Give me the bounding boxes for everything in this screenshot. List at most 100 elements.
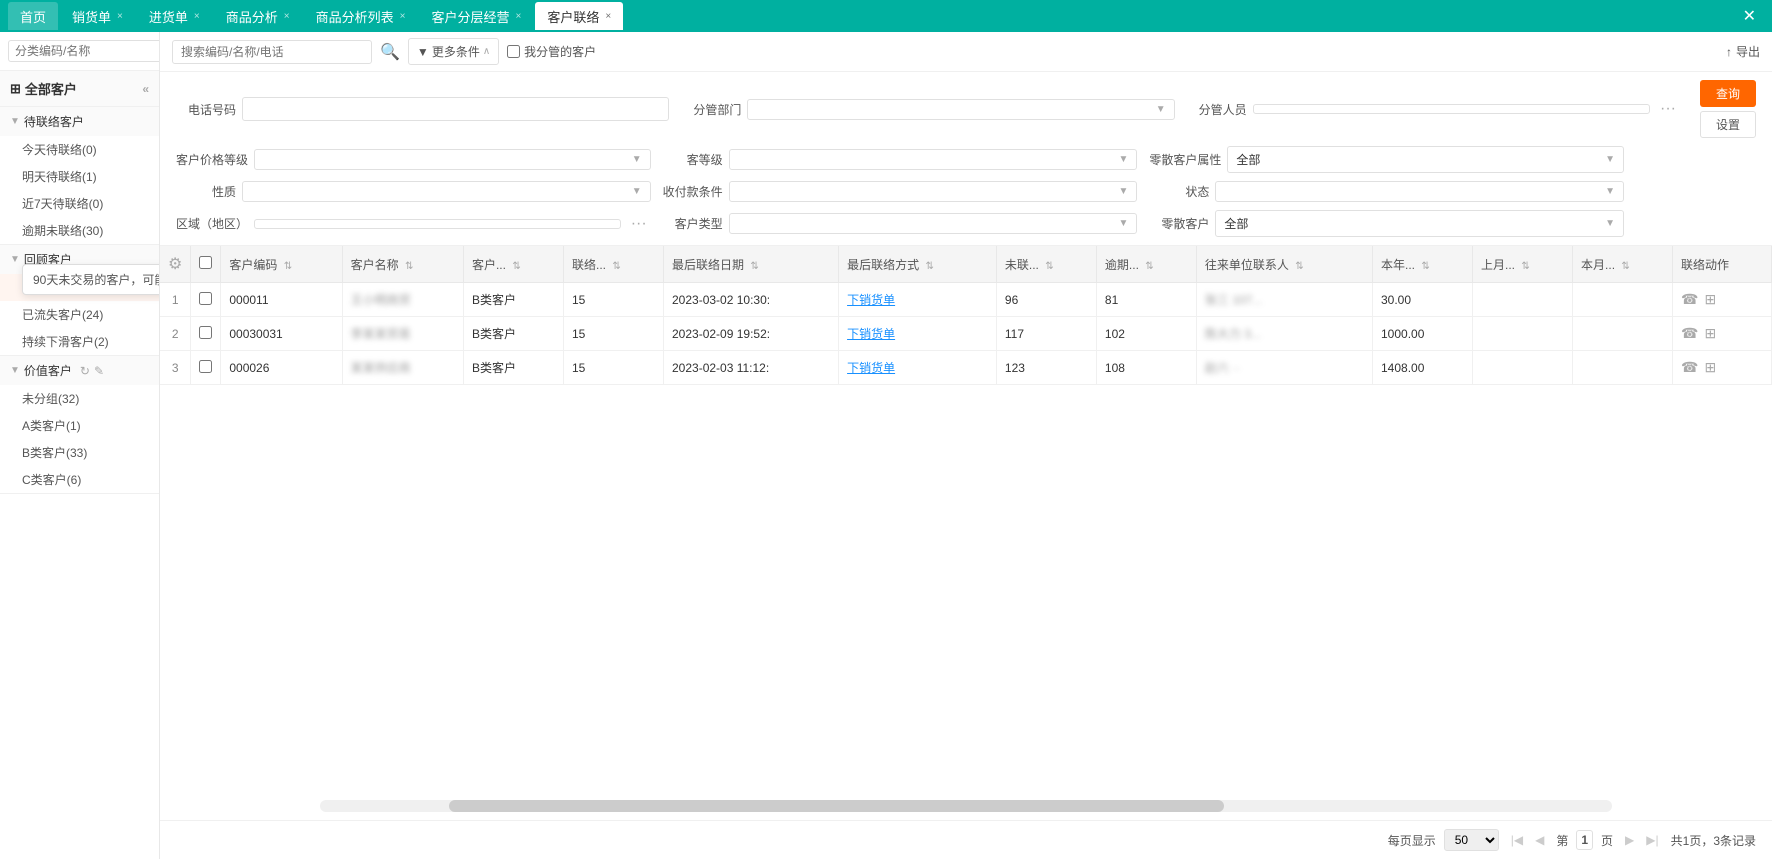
- more-action-icon-3[interactable]: ⊞: [1705, 359, 1717, 376]
- tab-purchase[interactable]: 进货单 ×: [137, 2, 212, 30]
- all-customers-label: 全部客户: [25, 79, 77, 98]
- close-analysis-icon[interactable]: ×: [284, 11, 290, 22]
- col-last-month-sort-icon[interactable]: ⇅: [1521, 261, 1529, 272]
- sidebar-item-tomorrow[interactable]: 明天待联络(1): [0, 163, 159, 190]
- col-not-contacted-sort-icon[interactable]: ⇅: [1045, 261, 1053, 272]
- col-code-sort-icon[interactable]: ⇅: [284, 261, 292, 272]
- prev-page-button[interactable]: ◀: [1531, 831, 1548, 849]
- close-purchase-icon[interactable]: ×: [194, 11, 200, 22]
- row-checkbox-1[interactable]: [191, 283, 221, 317]
- row-3-checkbox[interactable]: [199, 360, 212, 373]
- row-last-method-3[interactable]: 下销货单: [839, 351, 997, 385]
- sidebar-item-lost[interactable]: 已流失客户(24): [0, 301, 159, 328]
- row-1-checkbox[interactable]: [199, 292, 212, 305]
- tab-analysis-list[interactable]: 商品分析列表 ×: [304, 2, 418, 30]
- first-page-button[interactable]: |◀: [1507, 831, 1527, 849]
- more-action-icon-1[interactable]: ⊞: [1705, 291, 1717, 308]
- gender-select[interactable]: ▼: [242, 181, 651, 202]
- customer-type-select[interactable]: ▼: [729, 213, 1138, 234]
- tab-home[interactable]: 首页: [8, 2, 58, 30]
- col-last-date: 最后联络日期 ⇅: [664, 246, 839, 283]
- sidebar-all-customers[interactable]: ⊞ 全部客户 «: [0, 71, 159, 107]
- search-input[interactable]: [172, 40, 372, 64]
- customer-level-select[interactable]: ▼: [729, 149, 1138, 170]
- per-page-select[interactable]: 50 20 100: [1444, 829, 1499, 851]
- sidebar-item-overdue[interactable]: 逾期未联络(30): [0, 217, 159, 244]
- refresh-icon[interactable]: ↻: [80, 364, 90, 378]
- col-name-sort-icon[interactable]: ⇅: [405, 261, 413, 272]
- sidebar-item-7days[interactable]: 近7天待联络(0): [0, 190, 159, 217]
- search-button[interactable]: 🔍: [380, 42, 400, 62]
- row-last-month-2: [1473, 317, 1573, 351]
- tab-customer-layer[interactable]: 客户分层经营 ×: [419, 2, 533, 30]
- col-type-sort-icon[interactable]: ⇅: [512, 261, 520, 272]
- sidebar-item-ungrouped[interactable]: 未分组(32): [0, 385, 159, 412]
- contact-action-icon-2[interactable]: ☎: [1681, 325, 1698, 342]
- horizontal-scrollbar[interactable]: [320, 800, 1612, 812]
- tab-sales[interactable]: 销货单 ×: [60, 2, 135, 30]
- close-customer-contact-icon[interactable]: ×: [605, 11, 611, 22]
- select-all-checkbox[interactable]: [199, 256, 212, 269]
- close-customer-layer-icon[interactable]: ×: [515, 11, 521, 22]
- col-settings[interactable]: ⚙: [160, 246, 191, 283]
- phone-input[interactable]: [242, 97, 669, 121]
- advanced-filter-panel: 电话号码 分管部门 ▼ 分管人员 ··· 查询: [160, 72, 1772, 246]
- col-code: 客户编码 ⇅: [221, 246, 342, 283]
- export-button[interactable]: ↑ 导出: [1726, 43, 1760, 60]
- sidebar-item-a-class[interactable]: A类客户(1): [0, 412, 159, 439]
- zero-attr-select[interactable]: 全部 ▼: [1227, 146, 1624, 173]
- arrow-down-icon: ▼: [10, 116, 20, 127]
- next-page-button[interactable]: ▶: [1621, 831, 1638, 849]
- settings-button[interactable]: 设置: [1700, 111, 1756, 138]
- area-more-icon[interactable]: ···: [627, 215, 651, 233]
- row-last-method-1[interactable]: 下销货单: [839, 283, 997, 317]
- query-button[interactable]: 查询: [1700, 80, 1756, 107]
- col-this-month-sort-icon[interactable]: ⇅: [1621, 261, 1629, 272]
- settings-icon[interactable]: ⚙: [168, 256, 182, 273]
- more-action-icon-2[interactable]: ⊞: [1705, 325, 1717, 342]
- sidebar-search-input[interactable]: [8, 40, 160, 62]
- close-analysis-list-icon[interactable]: ×: [400, 11, 406, 22]
- sidebar-collapse-icon[interactable]: «: [142, 82, 149, 96]
- last-page-button[interactable]: ▶|: [1642, 831, 1662, 849]
- tab-analysis[interactable]: 商品分析 ×: [214, 2, 302, 30]
- person-more-icon[interactable]: ···: [1656, 100, 1680, 118]
- col-last-date-sort-icon[interactable]: ⇅: [750, 261, 758, 272]
- price-level-select[interactable]: ▼: [254, 149, 651, 170]
- dept-arrow-icon: ▼: [1156, 104, 1166, 115]
- row-not-contacted-1: 96: [996, 283, 1096, 317]
- close-sales-icon[interactable]: ×: [117, 11, 123, 22]
- group-pending-contact-title[interactable]: ▼ 待联络客户: [0, 107, 159, 136]
- contact-action-icon-3[interactable]: ☎: [1681, 359, 1698, 376]
- sidebar-item-c-class[interactable]: C类客户(6): [0, 466, 159, 493]
- sidebar-item-today[interactable]: 今天待联络(0): [0, 136, 159, 163]
- row-checkbox-2[interactable]: [191, 317, 221, 351]
- col-last-method-sort-icon[interactable]: ⇅: [925, 261, 933, 272]
- more-conditions-button[interactable]: ▼ 更多条件 ∧: [408, 38, 499, 65]
- col-contact-person-sort-icon[interactable]: ⇅: [1295, 261, 1303, 272]
- tab-customer-contact[interactable]: 客户联络 ×: [535, 2, 623, 30]
- grid-icon: ⊞: [10, 81, 21, 97]
- edit-icon[interactable]: ✎: [94, 364, 104, 378]
- contact-action-icon-1[interactable]: ☎: [1681, 291, 1698, 308]
- row-this-month-3: [1573, 351, 1673, 385]
- my-customers-checkbox[interactable]: [507, 45, 520, 58]
- row-2-checkbox[interactable]: [199, 326, 212, 339]
- person-select[interactable]: [1253, 104, 1650, 114]
- scrollbar-thumb[interactable]: [449, 800, 1224, 812]
- my-customers-filter[interactable]: 我分管的客户: [507, 43, 596, 60]
- row-checkbox-3[interactable]: [191, 351, 221, 385]
- window-close-button[interactable]: ✕: [1735, 6, 1764, 26]
- sidebar-item-declining[interactable]: 持续下滑客户(2): [0, 328, 159, 355]
- col-this-year-sort-icon[interactable]: ⇅: [1421, 261, 1429, 272]
- dept-select[interactable]: ▼: [747, 99, 1174, 120]
- row-last-method-2[interactable]: 下销货单: [839, 317, 997, 351]
- area-select[interactable]: [254, 219, 621, 229]
- payment-select[interactable]: ▼: [729, 181, 1138, 202]
- status-select[interactable]: ▼: [1215, 181, 1624, 202]
- group-value-customers-title[interactable]: ▼ 价值客户 ↻ ✎: [0, 356, 159, 385]
- col-contact-sort-icon[interactable]: ⇅: [612, 261, 620, 272]
- zero-customer-select[interactable]: 全部 ▼: [1215, 210, 1624, 237]
- col-overdue-sort-icon[interactable]: ⇅: [1145, 261, 1153, 272]
- sidebar-item-b-class[interactable]: B类客户(33): [0, 439, 159, 466]
